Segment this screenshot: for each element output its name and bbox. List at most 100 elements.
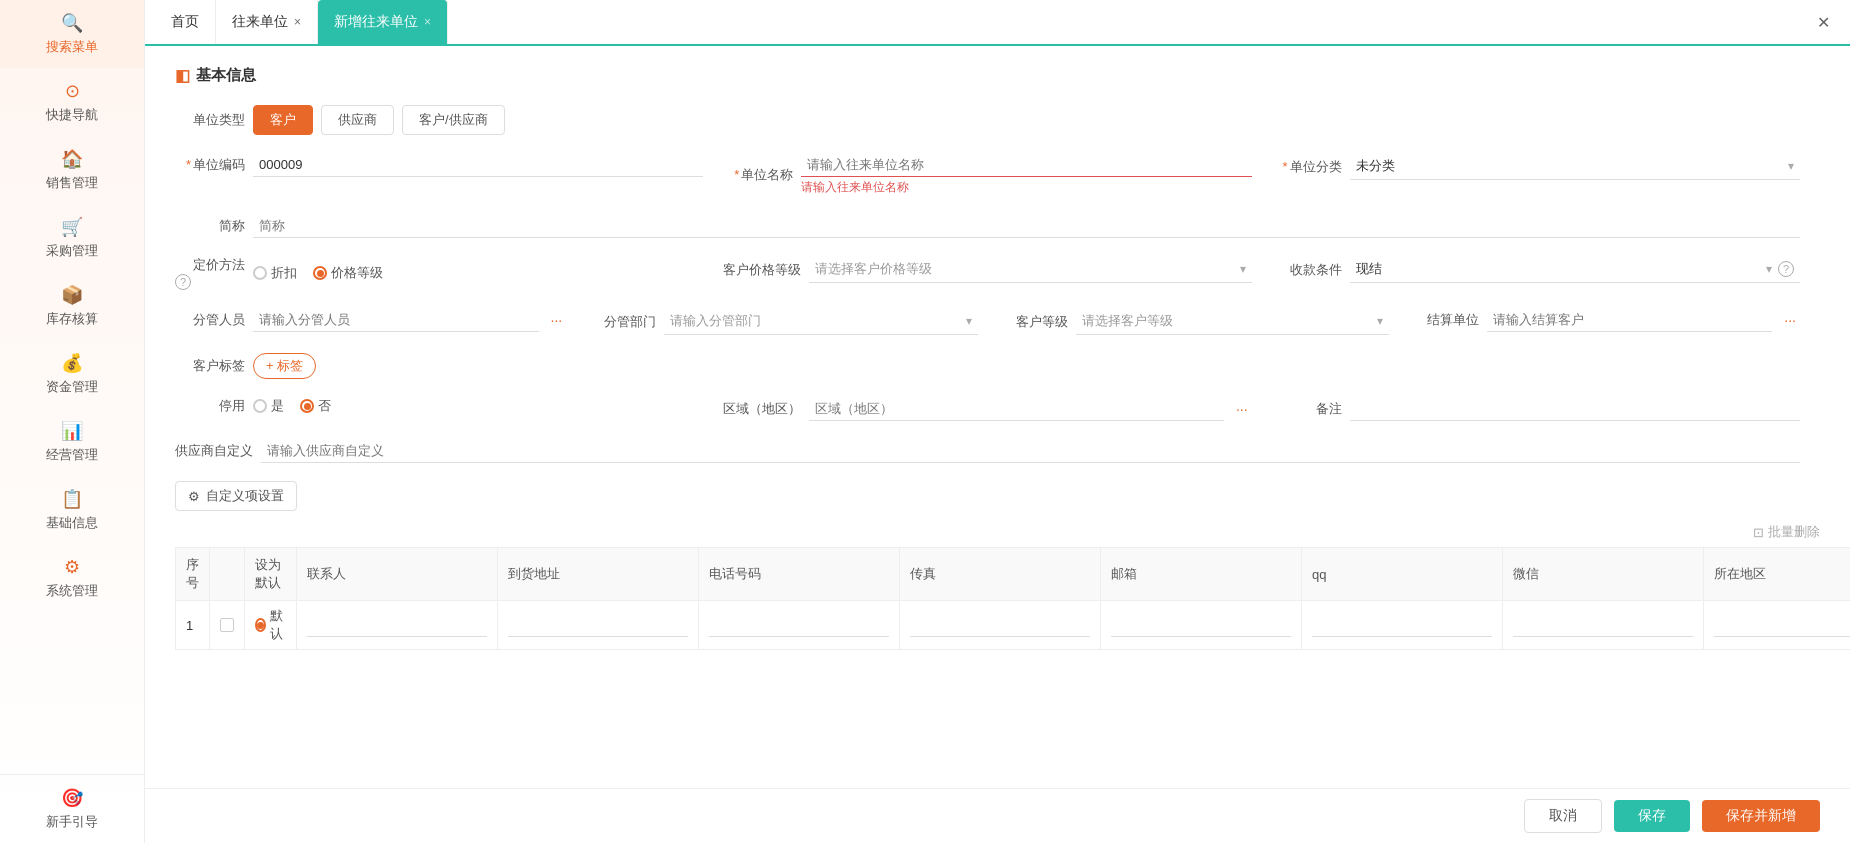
sales-icon: 🏠 [61, 148, 83, 170]
region-label: 区域（地区） [723, 400, 801, 418]
sidebar-item-operations[interactable]: 📊 经营管理 [0, 408, 144, 476]
system-icon: ⚙ [64, 556, 80, 578]
col-location: 所在地区 [1704, 548, 1851, 601]
type-btn-both[interactable]: 客户/供应商 [402, 105, 505, 135]
row-fax-input[interactable] [910, 613, 1090, 637]
unit-name-input[interactable] [801, 153, 1251, 177]
row-default-radio[interactable]: 默认 [255, 607, 286, 643]
sidebar-sales-label: 销售管理 [46, 174, 98, 192]
unit-info-row: *单位编码 *单位名称 请输入往来单位名称 *单位分类 未分类 [175, 153, 1820, 196]
pricing-level-radio[interactable]: 价格等级 [313, 264, 383, 282]
payment-terms-value: 现结 [1356, 260, 1766, 278]
disabled-yes-circle [253, 399, 267, 413]
row-location-input[interactable] [1714, 613, 1850, 637]
col-email: 邮箱 [1101, 548, 1302, 601]
tab-home[interactable]: 首页 [155, 0, 216, 44]
save-new-button[interactable]: 保存并新增 [1702, 800, 1820, 832]
unit-code-label: *单位编码 [175, 156, 245, 174]
sidebar-operations-label: 经营管理 [46, 446, 98, 464]
col-seq: 序号 [176, 548, 210, 601]
row-address-input[interactable] [508, 613, 688, 637]
settlement-unit-more-btn[interactable]: ··· [1780, 312, 1800, 328]
tab-partners-close[interactable]: × [294, 15, 301, 29]
unit-type-label: 单位类型 [175, 111, 245, 129]
sidebar-system-label: 系统管理 [46, 582, 98, 600]
unit-name-error: 请输入往来单位名称 [801, 179, 1251, 196]
unit-type-btn-group: 客户 供应商 客户/供应商 [253, 105, 505, 135]
short-name-row: 简称 [175, 214, 1820, 238]
supplier-custom-input[interactable] [261, 439, 1800, 463]
short-name-input[interactable] [253, 214, 1800, 238]
tag-add-button[interactable]: + 标签 [253, 353, 316, 379]
manager-input[interactable] [253, 308, 539, 332]
cancel-button[interactable]: 取消 [1524, 799, 1602, 833]
inventory-icon: 📦 [61, 284, 83, 306]
unit-category-field: *单位分类 未分类 ▾ [1272, 153, 1820, 180]
row-wechat-input[interactable] [1513, 613, 1693, 637]
row-email-input[interactable] [1111, 613, 1291, 637]
pricing-help-icon[interactable]: ? [175, 274, 191, 290]
sidebar-item-quick-nav[interactable]: ⊙ 快捷导航 [0, 68, 144, 136]
sidebar-item-purchase[interactable]: 🛒 采购管理 [0, 204, 144, 272]
disabled-no-radio[interactable]: 否 [300, 397, 331, 415]
disabled-label: 停用 [175, 397, 245, 415]
operations-icon: 📊 [61, 420, 83, 442]
disabled-yes-radio[interactable]: 是 [253, 397, 284, 415]
row-email [1101, 601, 1302, 650]
region-input[interactable] [809, 397, 1224, 421]
region-field: 区域（地区） ··· [723, 397, 1271, 421]
type-btn-customer[interactable]: 客户 [253, 105, 313, 135]
region-more-btn[interactable]: ··· [1232, 401, 1252, 417]
customer-tag-row: 客户标签 + 标签 [175, 353, 1820, 379]
settlement-unit-input[interactable] [1487, 308, 1773, 332]
row-phone-input[interactable] [709, 613, 889, 637]
tab-new-partner[interactable]: 新增往来单位 × [318, 0, 448, 44]
custom-settings-button[interactable]: ⚙ 自定义项设置 [175, 481, 297, 511]
save-button[interactable]: 保存 [1614, 800, 1690, 832]
col-default: 设为默认 [245, 548, 297, 601]
home-icon: ⊙ [65, 80, 80, 102]
customer-level-arrow: ▾ [1377, 314, 1383, 328]
manager-more-btn[interactable]: ··· [547, 312, 567, 328]
disabled-radio-group: 是 否 [253, 397, 331, 415]
customer-price-level-arrow: ▾ [1240, 262, 1246, 276]
custom-settings-label: 自定义项设置 [206, 487, 284, 505]
unit-category-value: 未分类 [1356, 157, 1788, 175]
type-btn-supplier[interactable]: 供应商 [321, 105, 394, 135]
department-select[interactable]: 请输入分管部门 ▾ [664, 308, 977, 335]
settlement-unit-label: 结算单位 [1409, 311, 1479, 329]
sidebar-item-finance[interactable]: 💰 资金管理 [0, 340, 144, 408]
customer-price-level-placeholder: 请选择客户价格等级 [815, 260, 1239, 278]
unit-code-input[interactable] [253, 153, 703, 177]
sidebar-item-system[interactable]: ⚙ 系统管理 [0, 544, 144, 612]
department-field: 分管部门 请输入分管部门 ▾ [586, 308, 997, 335]
tab-partners[interactable]: 往来单位 × [216, 0, 318, 44]
sidebar-item-sales[interactable]: 🏠 销售管理 [0, 136, 144, 204]
batch-delete-button[interactable]: ⊡ 批量删除 [1753, 523, 1820, 541]
pricing-discount-circle [253, 266, 267, 280]
payment-terms-select[interactable]: 现结 ▾ ? [1350, 256, 1800, 283]
department-arrow: ▾ [966, 314, 972, 328]
pricing-level-label: 价格等级 [331, 264, 383, 282]
pricing-discount-label: 折扣 [271, 264, 297, 282]
sidebar-finance-label: 资金管理 [46, 378, 98, 396]
row-qq-input[interactable] [1312, 613, 1492, 637]
unit-category-label: *单位分类 [1272, 158, 1342, 176]
row-checkbox[interactable] [220, 618, 234, 632]
remark-input[interactable] [1350, 397, 1800, 421]
row-wechat [1503, 601, 1704, 650]
customer-price-level-select[interactable]: 请选择客户价格等级 ▾ [809, 256, 1251, 283]
customer-level-select[interactable]: 请选择客户等级 ▾ [1076, 308, 1389, 335]
sidebar-item-inventory[interactable]: 📦 库存核算 [0, 272, 144, 340]
sidebar-item-search[interactable]: 🔍 搜索菜单 [0, 0, 144, 68]
tab-new-partner-close[interactable]: × [424, 15, 431, 29]
tabbar-global-close[interactable]: ✕ [1807, 13, 1840, 32]
pricing-discount-radio[interactable]: 折扣 [253, 264, 297, 282]
row-seq: 1 [176, 601, 210, 650]
sidebar-item-guide[interactable]: 🎯 新手引导 [0, 774, 144, 843]
batch-delete-label: 批量删除 [1768, 523, 1820, 541]
row-contact-input[interactable] [307, 613, 487, 637]
sidebar-item-basic-info[interactable]: 📋 基础信息 [0, 476, 144, 544]
unit-category-select[interactable]: 未分类 ▾ [1350, 153, 1800, 180]
payment-terms-help-icon[interactable]: ? [1778, 261, 1794, 277]
